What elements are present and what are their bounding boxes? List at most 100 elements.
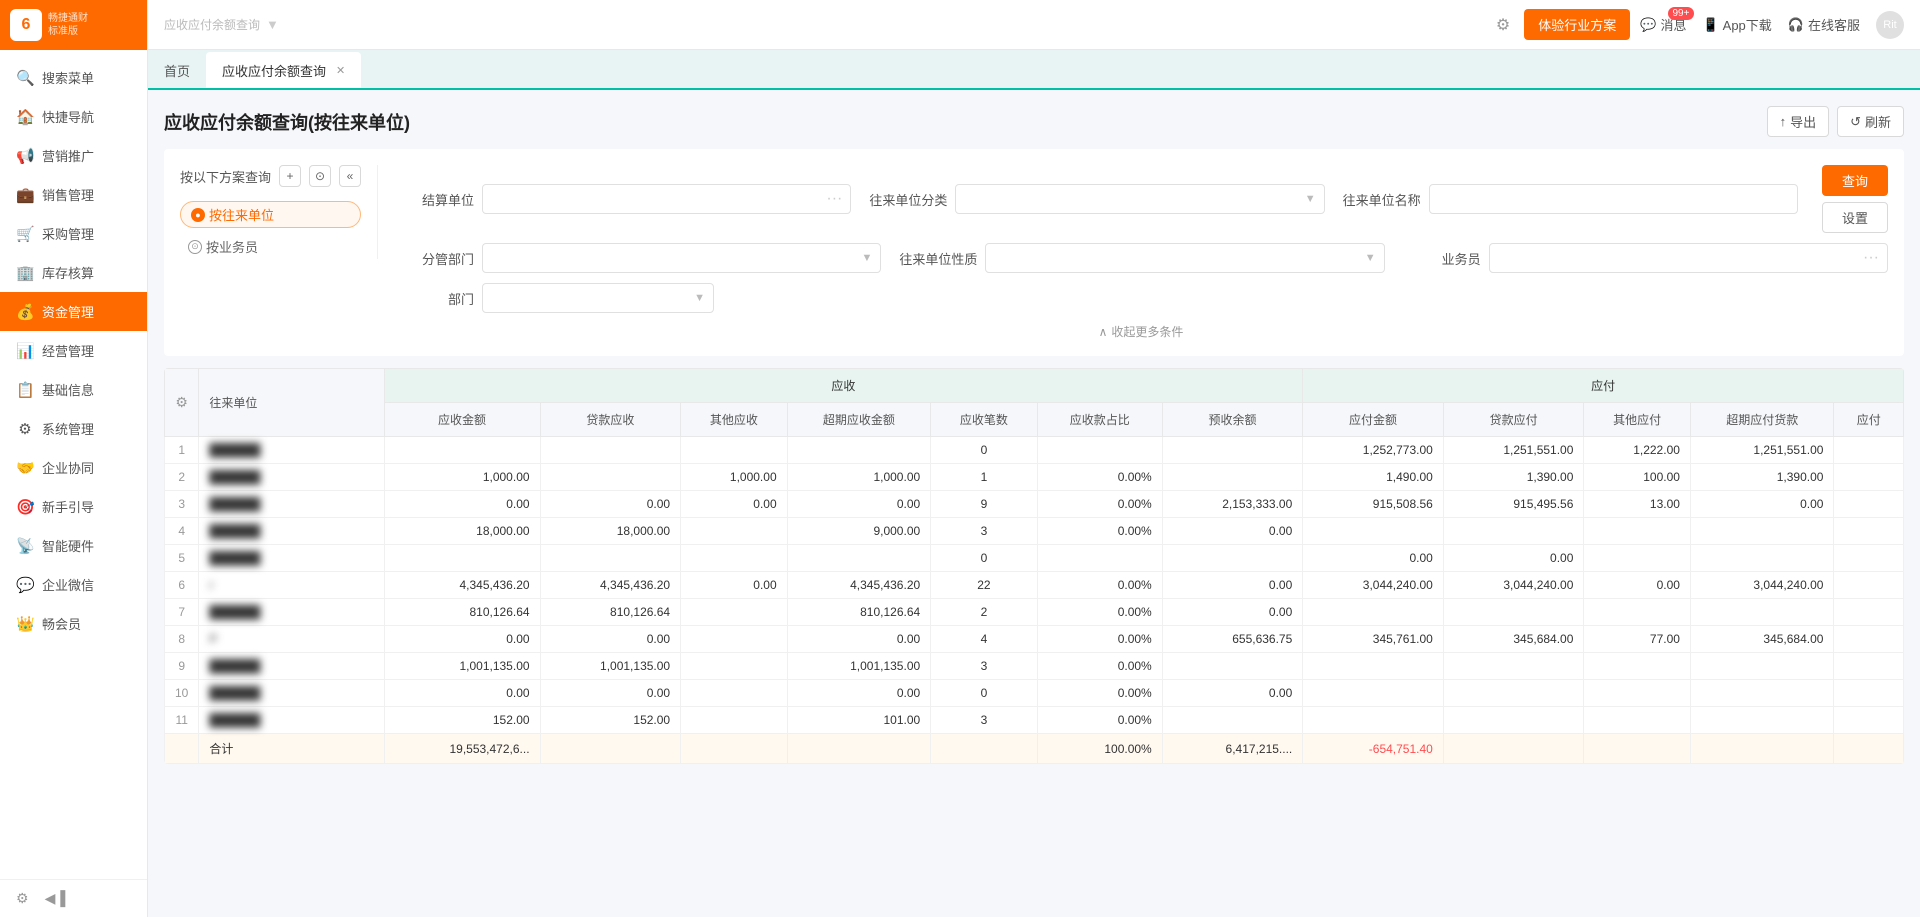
footer-label: 合计 (199, 734, 384, 764)
marketing-icon: 📢 (16, 147, 34, 165)
table-row: 10██████0.000.000.0000.00%0.00 (165, 680, 1904, 707)
online-support-btn[interactable]: 🎧 在线客服 (1788, 15, 1860, 34)
table-row: 6r4,345,436.204,345,436.200.004,345,436.… (165, 572, 1904, 599)
sidebar-item-system[interactable]: ⚙ 系统管理 (0, 409, 147, 448)
hardware-icon: 📡 (16, 537, 34, 555)
partner-cell: ██████ (199, 437, 384, 464)
topbar: 应收应付余额查询 ▼ ⚙ 体验行业方案 💬 消息 99+ 📱 App下载 🎧 在… (148, 0, 1920, 50)
filter-collapse-area: ∧ 收起更多条件 (394, 323, 1888, 340)
footer-ap-amount[interactable]: -654,751.40 (1303, 734, 1444, 764)
partner-name-input[interactable] (1429, 184, 1798, 214)
filter-add-btn[interactable]: + (279, 165, 301, 187)
page: 应收应付余额查询(按往来单位) ↑ 导出 ↺ 刷新 按以下方案查询 (148, 90, 1920, 780)
sidebar-item-hardware[interactable]: 📡 智能硬件 (0, 526, 147, 565)
partner-cell: ██████ (199, 545, 384, 572)
sidebar-item-basic-info[interactable]: 📋 基础信息 (0, 370, 147, 409)
sidebar-item-wechat[interactable]: 💬 企业微信 (0, 565, 147, 604)
tab-arbalance[interactable]: 应收应付余额查询 ✕ (206, 52, 361, 88)
sidebar-item-sales[interactable]: 💼 销售管理 (0, 175, 147, 214)
partner-cell: ██████ (199, 464, 384, 491)
sidebar-item-finance[interactable]: 💰 资金管理 (0, 292, 147, 331)
division-dept-select[interactable]: ▼ (482, 243, 881, 273)
filter-field-division-dept: 分管部门 ▼ (394, 243, 881, 273)
partner-cell: ██████ (199, 653, 384, 680)
th-ap-amount: 应付金额 (1303, 403, 1444, 437)
table-row: 11██████152.00152.00101.0030.00% (165, 707, 1904, 734)
footer-ar-amount[interactable]: 19,553,472,6... (384, 734, 540, 764)
sidebar-item-operations[interactable]: 📊 经营管理 (0, 331, 147, 370)
setting-button[interactable]: 设置 (1822, 202, 1888, 233)
filter-collapse-scheme-btn[interactable]: « (339, 165, 361, 187)
partner-cell: ██████ (199, 599, 384, 626)
messages-btn[interactable]: 💬 消息 99+ (1640, 15, 1686, 34)
enterprise-icon: 🤝 (16, 459, 34, 477)
topbar-right: 💬 消息 99+ 📱 App下载 🎧 在线客服 Rit (1640, 11, 1904, 39)
promo-button[interactable]: 体验行业方案 (1524, 9, 1630, 40)
user-avatar[interactable]: Rit (1876, 11, 1904, 39)
table-settings-icon[interactable]: ⚙ (175, 394, 188, 410)
system-icon: ⚙ (16, 420, 34, 438)
th-ap-rest: 应付 (1834, 403, 1904, 437)
member-icon: 👑 (16, 615, 34, 633)
home-icon: 🏠 (16, 108, 34, 126)
guide-icon: 🎯 (16, 498, 34, 516)
export-button[interactable]: ↑ 导出 (1767, 106, 1830, 137)
partner-cell: P (199, 626, 384, 653)
app-download-btn[interactable]: 📱 App下载 (1702, 15, 1771, 34)
filter-by-salesperson[interactable]: ⊙ 按业务员 (180, 234, 361, 259)
filter-row-2: 分管部门 ▼ 往来单位性质 ▼ (394, 243, 1888, 273)
th-group-receivable: 应收 (384, 369, 1303, 403)
table-footer-row: 合计 19,553,472,6... 100.00% 6,417,215....… (165, 734, 1904, 764)
department-select[interactable]: ▼ (482, 283, 714, 313)
topbar-gear-icon[interactable]: ⚙ (1492, 11, 1514, 39)
search-menu-icon: 🔍 (16, 69, 34, 87)
partner-category-select[interactable]: ▼ (955, 184, 1324, 214)
table-row: 8P0.000.000.0040.00%655,636.75345,761.00… (165, 626, 1904, 653)
sidebar-collapse-btn[interactable]: ◀▐ (45, 890, 66, 907)
sidebar-item-inventory[interactable]: 🏢 库存核算 (0, 253, 147, 292)
data-table-container: ⚙ 往来单位 应收 应付 应收金额 贷款应收 其他应收 超期应收金额 应收笔数 … (164, 368, 1904, 764)
sidebar-item-marketing[interactable]: 📢 营销推广 (0, 136, 147, 175)
filter-row-3: 部门 ▼ (394, 283, 714, 313)
refresh-button[interactable]: ↺ 刷新 (1837, 106, 1904, 137)
sidebar-item-guide[interactable]: 🎯 新手引导 (0, 487, 147, 526)
filter-field-partner-name: 往来单位名称 (1341, 184, 1798, 214)
footer-ar-prepay: 6,417,215.... (1162, 734, 1303, 764)
chevron-down-icon-4: ▼ (694, 292, 705, 304)
filter-row-1: 结算单位 ··· 往来单位分类 ▼ (394, 165, 1888, 233)
footer-ar-ratio: 100.00% (1037, 734, 1162, 764)
sidebar-settings-btn[interactable]: ⚙ (16, 890, 29, 907)
settlement-unit-input[interactable]: ··· (482, 184, 851, 214)
salesperson-input[interactable]: ··· (1489, 243, 1888, 273)
table-row: 2██████1,000.001,000.001,000.0010.00%1,4… (165, 464, 1904, 491)
support-icon: 🎧 (1788, 17, 1804, 33)
sidebar-menu: 🔍 搜索菜单 🏠 快捷导航 📢 营销推广 💼 销售管理 🛒 采购管理 🏢 库存核… (0, 50, 147, 879)
filter-by-partner[interactable]: ● 按往来单位 (180, 201, 361, 228)
th-ap-loan: 贷款应付 (1443, 403, 1584, 437)
filter-area: 按以下方案查询 + ⊙ « ● 按往来单位 (164, 149, 1904, 356)
table-row: 5██████00.000.00 (165, 545, 1904, 572)
query-buttons: 查询 设置 (1822, 165, 1888, 233)
tab-home[interactable]: 首页 (148, 52, 206, 88)
breadcrumb-sep: ▼ (266, 17, 279, 32)
table-row: 1██████01,252,773.001,251,551.001,222.00… (165, 437, 1904, 464)
tab-close-btn[interactable]: ✕ (336, 64, 345, 77)
sidebar-item-enterprise[interactable]: 🤝 企业协同 (0, 448, 147, 487)
th-ap-overdue: 超期应付货款 (1690, 403, 1834, 437)
data-table: ⚙ 往来单位 应收 应付 应收金额 贷款应收 其他应收 超期应收金额 应收笔数 … (164, 368, 1904, 764)
query-button[interactable]: 查询 (1822, 165, 1888, 196)
sidebar-item-quick-nav[interactable]: 🏠 快捷导航 (0, 97, 147, 136)
sidebar-item-purchase[interactable]: 🛒 采购管理 (0, 214, 147, 253)
page-title: 应收应付余额查询(按往来单位) (164, 109, 410, 135)
sidebar-item-member[interactable]: 👑 畅会员 (0, 604, 147, 643)
filter-options-btn[interactable]: ⊙ (309, 165, 331, 187)
inventory-icon: 🏢 (16, 264, 34, 282)
collapse-up-icon: ∧ (1099, 325, 1108, 339)
partner-nature-select[interactable]: ▼ (985, 243, 1384, 273)
by-partner-dot: ● (191, 208, 205, 222)
sidebar-item-search-menu[interactable]: 🔍 搜索菜单 (0, 58, 147, 97)
th-ar-amount: 应收金额 (384, 403, 540, 437)
partner-cell: ██████ (199, 518, 384, 545)
logo-icon: 6 (10, 9, 42, 41)
filter-collapse-btn[interactable]: ∧ 收起更多条件 (1099, 323, 1184, 340)
